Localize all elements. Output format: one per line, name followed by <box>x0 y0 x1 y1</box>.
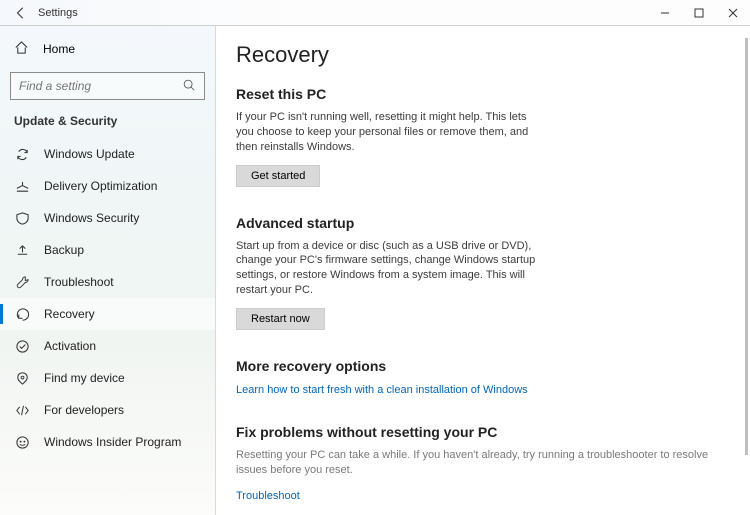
sidebar-item-label: Delivery Optimization <box>44 179 157 193</box>
sidebar-item-label: Activation <box>44 339 96 353</box>
get-started-button[interactable]: Get started <box>236 165 320 187</box>
nav-list: Windows Update Delivery Optimization Win… <box>0 138 215 458</box>
sidebar-item-windows-insider[interactable]: Windows Insider Program <box>0 426 215 458</box>
home-icon <box>14 40 29 58</box>
sidebar-item-delivery-optimization[interactable]: Delivery Optimization <box>0 170 215 202</box>
fresh-install-link[interactable]: Learn how to start fresh with a clean in… <box>236 384 528 396</box>
reset-pc-title: Reset this PC <box>236 86 730 102</box>
sync-icon <box>14 146 30 162</box>
troubleshoot-link[interactable]: Troubleshoot <box>236 490 300 502</box>
sidebar-item-windows-update[interactable]: Windows Update <box>0 138 215 170</box>
scrollbar[interactable] <box>745 38 748 455</box>
location-icon <box>14 370 30 386</box>
sidebar-item-label: Windows Update <box>44 147 135 161</box>
sidebar: Home Update & Security Windows Update De… <box>0 26 216 515</box>
close-icon <box>728 8 738 18</box>
page-title: Recovery <box>236 42 730 68</box>
shield-icon <box>14 210 30 226</box>
sidebar-item-activation[interactable]: Activation <box>0 330 215 362</box>
sidebar-item-label: Windows Insider Program <box>44 435 181 449</box>
maximize-button[interactable] <box>682 0 716 26</box>
sidebar-item-recovery[interactable]: Recovery <box>0 298 215 330</box>
sidebar-item-label: Backup <box>44 243 84 257</box>
search-field[interactable] <box>19 79 182 93</box>
sidebar-item-label: Find my device <box>44 371 125 385</box>
sidebar-item-backup[interactable]: Backup <box>0 234 215 266</box>
fix-problems-title: Fix problems without resetting your PC <box>236 424 730 440</box>
wrench-icon <box>14 274 30 290</box>
fix-problems-desc: Resetting your PC can take a while. If y… <box>236 448 730 478</box>
sidebar-item-for-developers[interactable]: For developers <box>0 394 215 426</box>
section-header: Update & Security <box>0 114 215 138</box>
more-options-title: More recovery options <box>236 358 730 374</box>
section-more-options: More recovery options Learn how to start… <box>236 358 730 396</box>
advanced-startup-desc: Start up from a device or disc (such as … <box>236 239 541 298</box>
close-button[interactable] <box>716 0 750 26</box>
sidebar-item-label: Recovery <box>44 307 95 321</box>
content-area: Recovery Reset this PC If your PC isn't … <box>216 26 750 515</box>
sidebar-item-label: Troubleshoot <box>44 275 114 289</box>
sidebar-item-find-my-device[interactable]: Find my device <box>0 362 215 394</box>
restart-now-button[interactable]: Restart now <box>236 308 325 330</box>
window-title: Settings <box>38 7 78 19</box>
backup-icon <box>14 242 30 258</box>
maximize-icon <box>694 8 704 18</box>
check-circle-icon <box>14 338 30 354</box>
home-button[interactable]: Home <box>0 32 215 66</box>
advanced-startup-title: Advanced startup <box>236 215 730 231</box>
section-reset-pc: Reset this PC If your PC isn't running w… <box>236 86 730 187</box>
back-button[interactable] <box>14 6 28 20</box>
minimize-button[interactable] <box>648 0 682 26</box>
section-advanced-startup: Advanced startup Start up from a device … <box>236 215 730 330</box>
sidebar-item-label: Windows Security <box>44 211 139 225</box>
arrow-left-icon <box>14 6 28 20</box>
sidebar-item-troubleshoot[interactable]: Troubleshoot <box>0 266 215 298</box>
delivery-icon <box>14 178 30 194</box>
search-input[interactable] <box>10 72 205 100</box>
minimize-icon <box>660 8 670 18</box>
search-icon <box>182 78 196 95</box>
titlebar: Settings <box>0 0 750 26</box>
home-label: Home <box>43 42 75 56</box>
insider-icon <box>14 434 30 450</box>
sidebar-item-label: For developers <box>44 403 124 417</box>
recovery-icon <box>14 306 30 322</box>
reset-pc-desc: If your PC isn't running well, resetting… <box>236 110 541 155</box>
developers-icon <box>14 402 30 418</box>
section-fix-problems: Fix problems without resetting your PC R… <box>236 424 730 502</box>
sidebar-item-windows-security[interactable]: Windows Security <box>0 202 215 234</box>
